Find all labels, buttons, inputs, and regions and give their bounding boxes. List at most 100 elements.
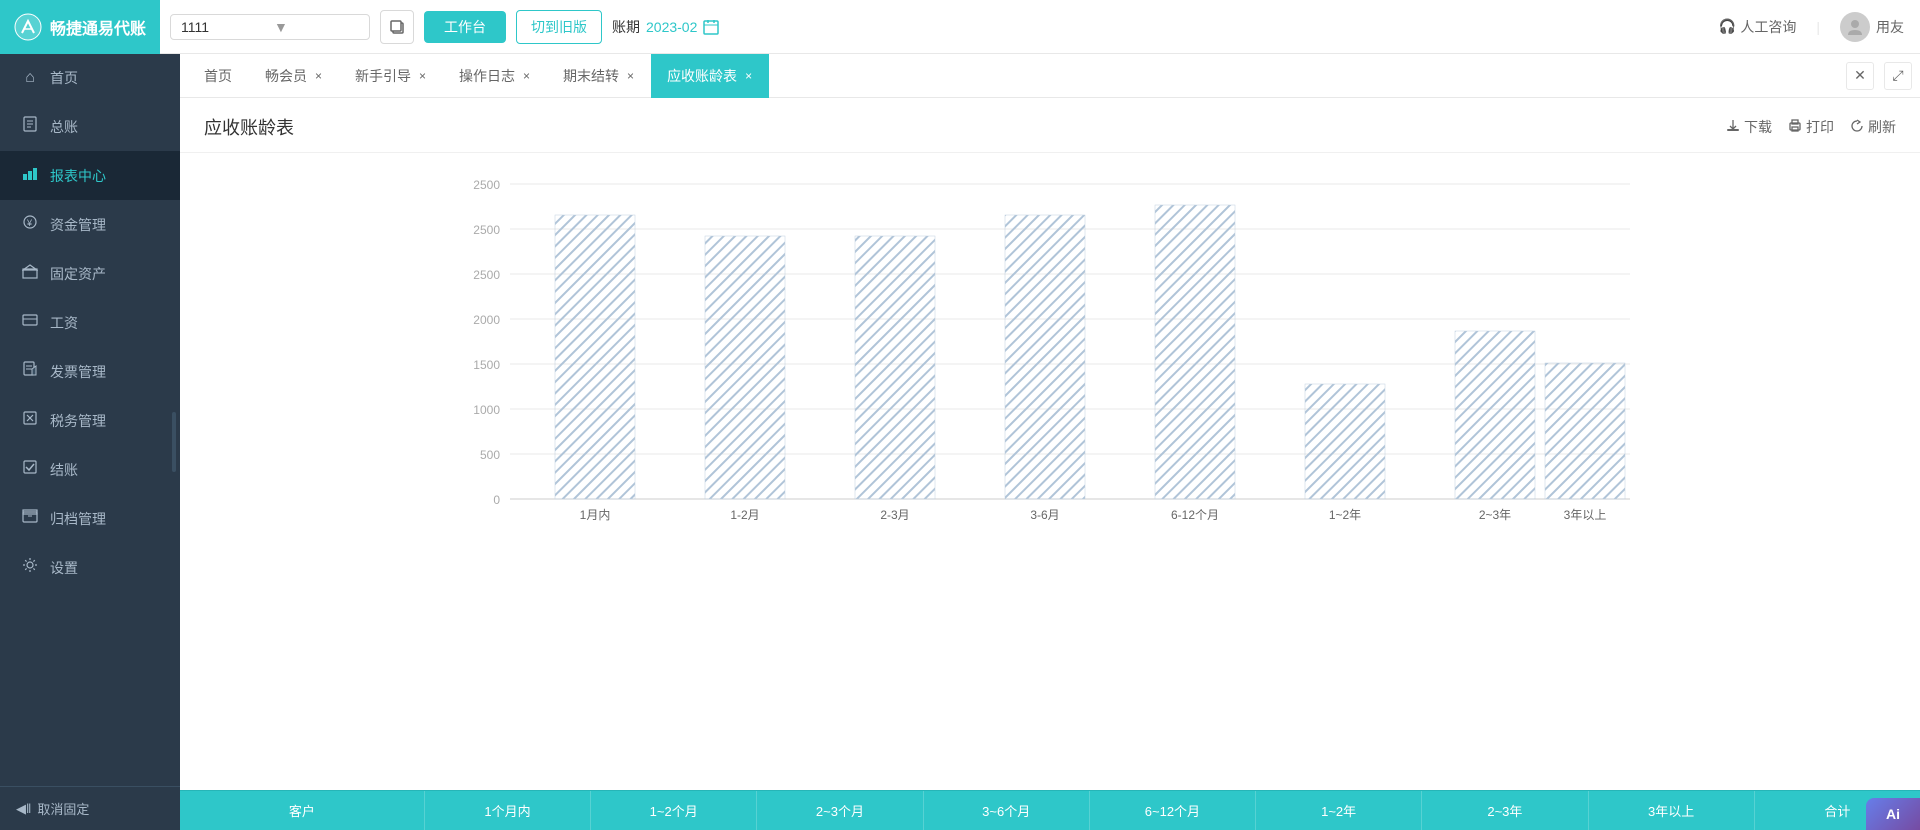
tabs-end: ✕ ⤢	[1846, 62, 1912, 90]
pin-icon: ◀‖	[16, 801, 31, 817]
maximize-button[interactable]: ⤢	[1884, 62, 1912, 90]
svg-text:500: 500	[480, 448, 500, 462]
sidebar-item-tax[interactable]: 税务管理	[0, 396, 180, 445]
col-1-2month: 1~2个月	[591, 791, 757, 830]
download-button[interactable]: 下载	[1726, 117, 1772, 137]
cancel-fixed-button[interactable]: ◀‖ 取消固定	[0, 786, 180, 830]
tab-close-guide[interactable]: ×	[419, 69, 426, 83]
company-selector[interactable]: 1111 ▼	[170, 14, 370, 40]
assets-icon	[20, 263, 40, 284]
invoice-icon	[20, 361, 40, 382]
tabs-bar: 首页 畅会员 × 新手引导 × 操作日志 × 期末结转 × 应收账龄表 ×	[180, 54, 1920, 98]
svg-text:2500: 2500	[473, 223, 500, 237]
copy-icon	[389, 19, 405, 35]
sidebar-item-archive[interactable]: 归档管理	[0, 494, 180, 543]
tax-icon	[20, 410, 40, 431]
copy-button[interactable]	[380, 10, 414, 44]
tab-membership[interactable]: 畅会员 ×	[249, 54, 339, 98]
page-header: 应收账龄表 下载 打印	[180, 98, 1920, 153]
sidebar-item-salary[interactable]: 工资	[0, 298, 180, 347]
tab-guide[interactable]: 新手引导 ×	[339, 54, 443, 98]
sidebar-item-home[interactable]: ⌂ 首页	[0, 54, 180, 102]
col-2-3year: 2~3年	[1422, 791, 1588, 830]
svg-text:3-6月: 3-6月	[1030, 508, 1059, 522]
tab-close-oplog[interactable]: ×	[523, 69, 530, 83]
col-1-2year: 1~2年	[1256, 791, 1422, 830]
checkout-icon	[20, 459, 40, 480]
svg-text:2500: 2500	[473, 268, 500, 282]
col-6-12month: 6~12个月	[1090, 791, 1256, 830]
svg-text:1000: 1000	[473, 403, 500, 417]
headset-icon: 🎧	[1719, 18, 1736, 35]
content-area: 首页 畅会员 × 新手引导 × 操作日志 × 期末结转 × 应收账龄表 ×	[180, 54, 1920, 830]
page-title: 应收账龄表	[204, 114, 294, 140]
svg-text:2000: 2000	[473, 313, 500, 327]
settings-icon	[20, 557, 40, 578]
workbench-button[interactable]: 工作台	[424, 11, 506, 43]
svg-text:2500: 2500	[473, 178, 500, 192]
refresh-icon	[1850, 119, 1864, 136]
ai-badge[interactable]: Ai	[1866, 798, 1920, 830]
tab-aging[interactable]: 应收账龄表 ×	[651, 54, 769, 98]
svg-text:2~3年: 2~3年	[1479, 508, 1511, 522]
page-actions: 下载 打印 刷新	[1726, 117, 1896, 137]
svg-text:6-12个月: 6-12个月	[1171, 508, 1219, 522]
svg-text:1-2月: 1-2月	[730, 508, 759, 522]
close-all-tabs-button[interactable]: ✕	[1846, 62, 1874, 90]
main-layout: ⌂ 首页 总账 报表中心 ¥ 资金管理 固定资产	[0, 54, 1920, 830]
avatar	[1840, 12, 1870, 42]
bar-chart: 2500 2500 2500 2000 1500 1000 500	[204, 169, 1896, 549]
refresh-button[interactable]: 刷新	[1850, 117, 1896, 137]
logo: 畅捷通易代账	[0, 0, 160, 54]
logo-text: 畅捷通易代账	[50, 15, 146, 39]
tab-home[interactable]: 首页	[188, 54, 249, 98]
period-display: 账期 2023-02	[612, 17, 719, 37]
svg-text:0: 0	[493, 493, 500, 507]
sidebar-item-reports[interactable]: 报表中心	[0, 151, 180, 200]
tab-oplog[interactable]: 操作日志 ×	[443, 54, 547, 98]
funds-icon: ¥	[20, 214, 40, 235]
consult-button[interactable]: 🎧 人工咨询	[1719, 17, 1796, 37]
sidebar-item-funds[interactable]: ¥ 资金管理	[0, 200, 180, 249]
svg-text:3年以上: 3年以上	[1564, 508, 1607, 522]
tab-close-membership[interactable]: ×	[315, 69, 322, 83]
svg-text:1500: 1500	[473, 358, 500, 372]
salary-icon	[20, 312, 40, 333]
print-icon	[1788, 119, 1802, 136]
col-3plus-year: 3年以上	[1589, 791, 1755, 830]
svg-text:¥: ¥	[26, 218, 33, 228]
calendar-icon[interactable]	[703, 19, 719, 35]
chevron-down-icon: ▼	[274, 19, 359, 35]
sidebar: ⌂ 首页 总账 报表中心 ¥ 资金管理 固定资产	[0, 54, 180, 830]
svg-text:1~2年: 1~2年	[1329, 508, 1361, 522]
chart-area: 2500 2500 2500 2000 1500 1000 500	[180, 153, 1920, 790]
tab-close-aging[interactable]: ×	[745, 69, 752, 83]
logo-icon	[14, 13, 42, 41]
user-menu[interactable]: 用友	[1840, 12, 1904, 42]
sidebar-item-assets[interactable]: 固定资产	[0, 249, 180, 298]
tab-close-yearend[interactable]: ×	[627, 69, 634, 83]
reports-icon	[20, 165, 40, 186]
switch-version-button[interactable]: 切到旧版	[516, 10, 602, 44]
scroll-indicator	[172, 412, 176, 472]
col-2-3month: 2~3个月	[757, 791, 923, 830]
sidebar-item-checkout[interactable]: 结账	[0, 445, 180, 494]
svg-text:1月内: 1月内	[580, 508, 611, 522]
table-header: 客户 1个月内 1~2个月 2~3个月 3~6个月 6~12个月	[180, 790, 1920, 830]
tab-yearend[interactable]: 期末结转 ×	[547, 54, 651, 98]
header-right: 🎧 人工咨询 | 用友	[1719, 12, 1904, 42]
sidebar-item-settings[interactable]: 设置	[0, 543, 180, 592]
col-1month: 1个月内	[425, 791, 591, 830]
user-icon	[1846, 18, 1864, 36]
print-button[interactable]: 打印	[1788, 117, 1834, 137]
home-icon: ⌂	[20, 69, 40, 87]
header: 畅捷通易代账 1111 ▼ 工作台 切到旧版 账期 2023-02 🎧 人工咨询…	[0, 0, 1920, 54]
col-3-6month: 3~6个月	[924, 791, 1090, 830]
archive-icon	[20, 508, 40, 529]
sidebar-item-invoice[interactable]: 发票管理	[0, 347, 180, 396]
ledger-icon	[20, 116, 40, 137]
sidebar-item-ledger[interactable]: 总账	[0, 102, 180, 151]
col-customer: 客户	[180, 791, 425, 830]
page-content: 应收账龄表 下载 打印	[180, 98, 1920, 830]
svg-text:2-3月: 2-3月	[880, 508, 909, 522]
